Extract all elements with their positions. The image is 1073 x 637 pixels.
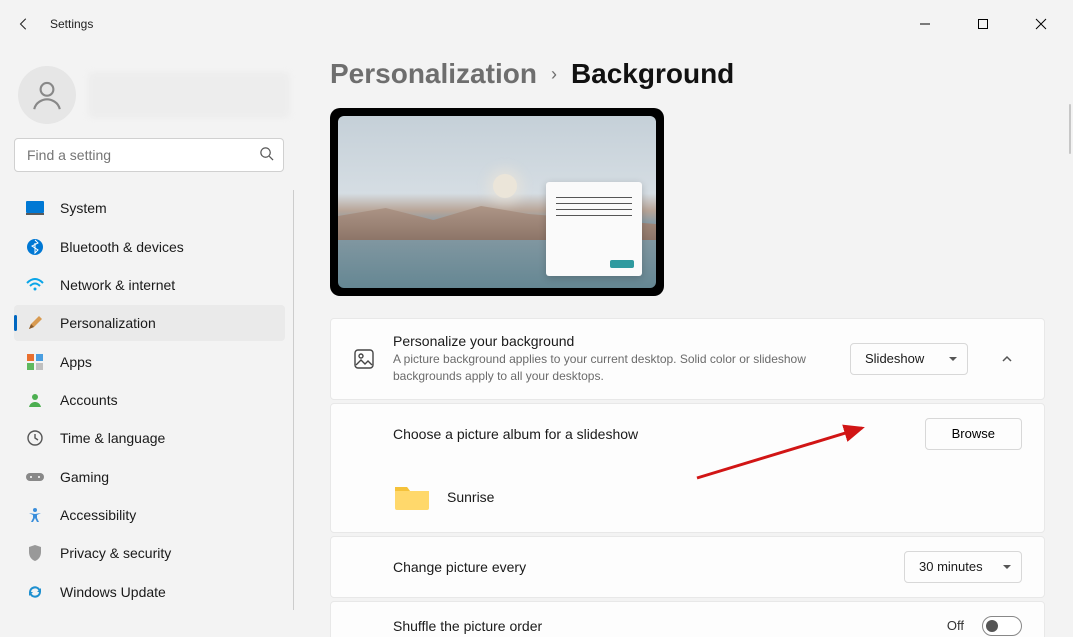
preview-window <box>546 182 642 276</box>
update-icon <box>26 583 44 601</box>
sidebar-item-update[interactable]: Windows Update <box>14 574 285 610</box>
background-type-dropdown[interactable]: Slideshow <box>850 343 968 375</box>
toggle-state-label: Off <box>947 618 964 633</box>
interval-dropdown[interactable]: 30 minutes <box>904 551 1022 583</box>
gaming-icon <box>26 468 44 486</box>
minimize-button[interactable] <box>905 9 945 39</box>
setting-shuffle: Shuffle the picture order Off <box>330 601 1045 637</box>
sidebar-item-label: Network & internet <box>60 277 175 293</box>
search-input[interactable] <box>14 138 284 172</box>
user-account-row[interactable] <box>14 58 294 138</box>
sidebar-item-bluetooth[interactable]: Bluetooth & devices <box>14 228 285 264</box>
dropdown-value: Slideshow <box>865 351 924 366</box>
sidebar-item-label: Personalization <box>60 315 156 331</box>
album-folder-name[interactable]: Sunrise <box>447 489 494 505</box>
sidebar: System Bluetooth & devices Network & int… <box>0 48 302 637</box>
setting-title: Shuffle the picture order <box>393 618 929 634</box>
apps-icon <box>26 353 44 371</box>
sidebar-item-label: Time & language <box>60 430 165 446</box>
sidebar-item-apps[interactable]: Apps <box>14 343 285 379</box>
sidebar-item-privacy[interactable]: Privacy & security <box>14 535 285 571</box>
sidebar-item-gaming[interactable]: Gaming <box>14 459 285 495</box>
setting-subtitle: A picture background applies to your cur… <box>393 351 832 385</box>
wifi-icon <box>26 276 44 294</box>
setting-change-interval: Change picture every 30 minutes <box>330 536 1045 598</box>
search-icon <box>259 146 274 164</box>
page-title: Background <box>571 58 734 90</box>
browse-button[interactable]: Browse <box>925 418 1022 450</box>
titlebar: Settings <box>0 0 1073 48</box>
breadcrumb-parent[interactable]: Personalization <box>330 58 537 90</box>
setting-title: Personalize your background <box>393 333 832 349</box>
maximize-button[interactable] <box>963 9 1003 39</box>
breadcrumb: Personalization › Background <box>330 58 1045 90</box>
user-name <box>88 72 290 118</box>
sidebar-item-label: Accessibility <box>60 507 136 523</box>
desktop-preview <box>330 108 664 296</box>
sidebar-item-accounts[interactable]: Accounts <box>14 382 285 418</box>
brush-icon <box>26 314 44 332</box>
dropdown-value: 30 minutes <box>919 559 983 574</box>
avatar <box>18 66 76 124</box>
sidebar-item-network[interactable]: Network & internet <box>14 267 285 303</box>
sidebar-item-label: Accounts <box>60 392 118 408</box>
shuffle-toggle[interactable] <box>982 616 1022 636</box>
setting-choose-album: Choose a picture album for a slideshow B… <box>330 403 1045 533</box>
picture-icon <box>353 349 375 369</box>
system-icon <box>26 199 44 217</box>
sidebar-item-label: Privacy & security <box>60 545 171 561</box>
sidebar-item-system[interactable]: System <box>14 190 285 226</box>
sidebar-item-accessibility[interactable]: Accessibility <box>14 497 285 533</box>
setting-title: Choose a picture album for a slideshow <box>393 426 907 442</box>
sidebar-item-time[interactable]: Time & language <box>14 420 285 456</box>
scrollbar[interactable] <box>1069 104 1071 154</box>
chevron-right-icon: › <box>551 64 557 85</box>
accessibility-icon <box>26 506 44 524</box>
content-area: Personalization › Background Personalize… <box>302 48 1073 637</box>
sidebar-item-label: Gaming <box>60 469 109 485</box>
close-button[interactable] <box>1021 9 1061 39</box>
expand-button[interactable] <box>992 344 1022 374</box>
sidebar-item-personalization[interactable]: Personalization <box>14 305 285 341</box>
sidebar-item-label: System <box>60 200 107 216</box>
folder-icon <box>393 482 431 512</box>
setting-personalize-background[interactable]: Personalize your background A picture ba… <box>330 318 1045 400</box>
shield-icon <box>26 544 44 562</box>
preview-sun <box>493 174 517 198</box>
nav-list: System Bluetooth & devices Network & int… <box>14 190 294 610</box>
sidebar-item-label: Windows Update <box>60 584 166 600</box>
setting-title: Change picture every <box>393 559 886 575</box>
window-title: Settings <box>50 17 93 31</box>
sidebar-item-label: Bluetooth & devices <box>60 239 184 255</box>
back-button[interactable] <box>12 12 36 36</box>
bluetooth-icon <box>26 238 44 256</box>
sidebar-item-label: Apps <box>60 354 92 370</box>
clock-icon <box>26 429 44 447</box>
person-icon <box>26 391 44 409</box>
